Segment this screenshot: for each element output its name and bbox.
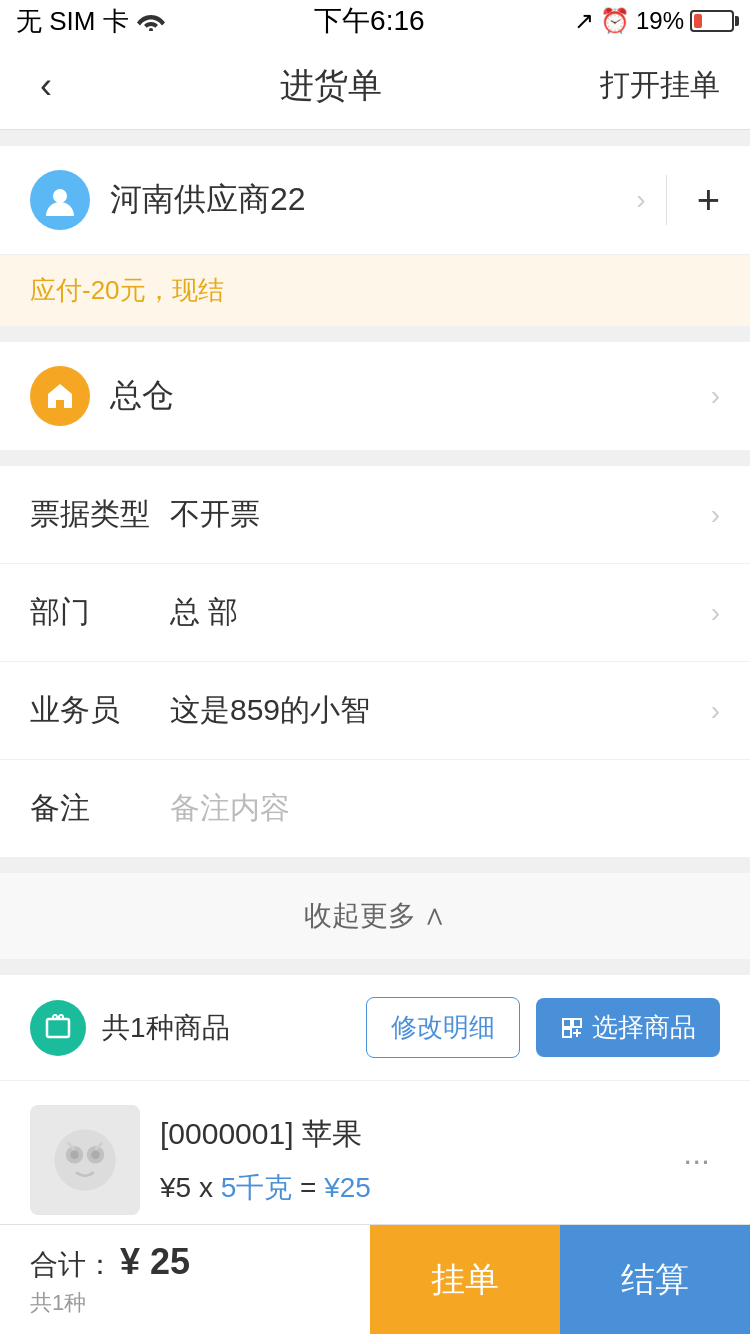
open-hang-button[interactable]: 打开挂单: [600, 65, 720, 106]
warehouse-section: 总仓 ›: [0, 342, 750, 450]
wifi-icon: [137, 11, 165, 31]
supplier-section: 河南供应商22 › + 应付-20元，现结: [0, 146, 750, 326]
product-name: [0000001] 苹果: [160, 1114, 673, 1155]
status-bar: 无 SIM 卡 下午6:16 ↗ ⏰ 19%: [0, 0, 750, 42]
collapse-button[interactable]: 收起更多 ∧: [0, 873, 750, 959]
alarm-icon: ⏰: [600, 7, 630, 35]
back-button[interactable]: ‹: [30, 55, 62, 117]
remark-input[interactable]: 备注内容: [150, 788, 720, 829]
remark-row[interactable]: 备注 备注内容: [0, 760, 750, 857]
hang-button[interactable]: 挂单: [370, 1225, 560, 1335]
total-label: 合计： ¥ 25: [30, 1241, 340, 1284]
page-title: 进货单: [280, 63, 382, 109]
divider: [666, 175, 667, 225]
svg-point-9: [70, 1150, 79, 1159]
total-amount: ¥ 25: [120, 1241, 190, 1283]
svg-rect-3: [563, 1019, 571, 1027]
home-icon: [44, 380, 76, 412]
invoice-value: 不开票: [150, 494, 711, 535]
nav-bar: ‹ 进货单 打开挂单: [0, 42, 750, 130]
invoice-label: 票据类型: [30, 494, 150, 535]
select-product-button[interactable]: 选择商品: [536, 998, 720, 1057]
owl-logo-icon: [50, 1125, 120, 1195]
dept-chevron-icon: ›: [711, 597, 720, 629]
invoice-chevron-icon: ›: [711, 499, 720, 531]
location-icon: ↗: [574, 7, 594, 35]
svg-point-6: [54, 1129, 115, 1190]
product-count: 共1种商品: [102, 1009, 366, 1047]
supplier-chevron-icon: ›: [636, 184, 645, 216]
svg-rect-5: [563, 1029, 571, 1037]
svg-point-1: [53, 189, 67, 203]
dept-row[interactable]: 部门 总 部 ›: [0, 564, 750, 662]
product-more-button[interactable]: ···: [673, 1132, 720, 1189]
salesman-value: 这是859的小智: [150, 690, 711, 731]
svg-point-0: [149, 28, 153, 31]
salesman-chevron-icon: ›: [711, 695, 720, 727]
svg-rect-2: [47, 1019, 69, 1037]
warehouse-row[interactable]: 总仓 ›: [0, 342, 750, 450]
svg-point-10: [91, 1150, 100, 1159]
svg-rect-4: [573, 1019, 581, 1027]
product-price: ¥5 x 5千克 = ¥25: [160, 1169, 673, 1207]
dept-label: 部门: [30, 592, 150, 633]
supplier-row[interactable]: 河南供应商22 › +: [0, 146, 750, 255]
checkout-button[interactable]: 结算: [560, 1225, 750, 1335]
select-product-icon: [560, 1016, 584, 1040]
product-count-icon: [30, 1000, 86, 1056]
battery-icon: [690, 10, 734, 32]
remark-label: 备注: [30, 788, 150, 829]
warehouse-chevron-icon: ›: [711, 380, 720, 412]
status-carrier: 无 SIM 卡: [16, 4, 165, 39]
total-section: 合计： ¥ 25 共1种: [0, 1241, 370, 1318]
supplier-name: 河南供应商22: [110, 178, 636, 222]
warehouse-icon: [30, 366, 90, 426]
products-header: 共1种商品 修改明细 选择商品: [0, 975, 750, 1081]
products-section: 共1种商品 修改明细 选择商品: [0, 975, 750, 1240]
salesman-row[interactable]: 业务员 这是859的小智 ›: [0, 662, 750, 760]
status-right: ↗ ⏰ 19%: [574, 7, 734, 35]
product-info: [0000001] 苹果 ¥5 x 5千克 = ¥25: [160, 1114, 673, 1207]
total-count: 共1种: [30, 1288, 340, 1318]
battery-percent: 19%: [636, 7, 684, 35]
bottom-bar: 合计： ¥ 25 共1种 挂单 结算: [0, 1224, 750, 1334]
supplier-notice: 应付-20元，现结: [0, 255, 750, 326]
cart-icon: [43, 1013, 73, 1043]
content: 河南供应商22 › + 应付-20元，现结 总仓 › 票据类型 不开票 › 部门…: [0, 146, 750, 1334]
edit-detail-button[interactable]: 修改明细: [366, 997, 520, 1058]
product-item: [0000001] 苹果 ¥5 x 5千克 = ¥25 ···: [0, 1081, 750, 1240]
product-thumbnail: [30, 1105, 140, 1215]
invoice-row[interactable]: 票据类型 不开票 ›: [0, 466, 750, 564]
add-supplier-button[interactable]: +: [697, 178, 720, 223]
warehouse-name: 总仓: [110, 374, 711, 418]
form-section: 票据类型 不开票 › 部门 总 部 › 业务员 这是859的小智 › 备注 备注…: [0, 466, 750, 857]
supplier-avatar: [30, 170, 90, 230]
person-icon: [42, 182, 78, 218]
dept-value: 总 部: [150, 592, 711, 633]
status-time: 下午6:16: [314, 2, 425, 40]
salesman-label: 业务员: [30, 690, 150, 731]
